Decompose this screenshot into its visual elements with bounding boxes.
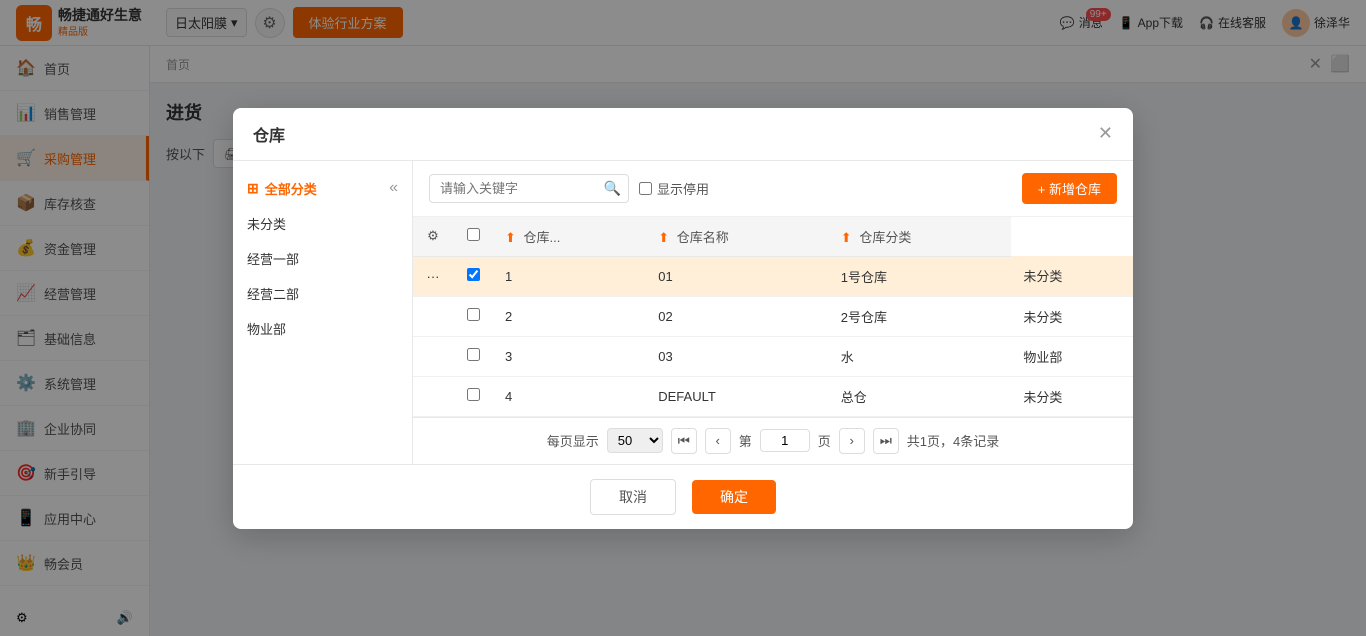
show-disabled-label[interactable]: 显示停用 [639,179,709,198]
th-category[interactable]: ⬆ 仓库分类 [829,217,1012,257]
row-name: 水 [829,336,1012,376]
table-header-row: ⚙ ⬆ 仓库... ⬆ 仓库名称 [413,217,1133,257]
last-page-button[interactable]: ⏭ [873,428,899,454]
th-gear[interactable]: ⚙ [413,217,453,257]
row-name: 1号仓库 [829,256,1012,296]
show-disabled-checkbox[interactable] [639,182,652,195]
row-actions[interactable] [413,296,453,336]
modal-actions: 取消 确定 [233,464,1133,529]
row-number: 4 [493,376,646,416]
th-name[interactable]: ⬆ 仓库名称 [646,217,829,257]
category-header-label: 全部分类 [265,179,317,198]
modal-close-button[interactable]: ✕ [1098,123,1113,144]
warehouse-modal: 仓库 ✕ ⊞ 全部分类 « 未分类 经营一部 经营二部 物业部 [233,108,1133,529]
modal-toolbar: 🔍 显示停用 + 新增仓库 [413,161,1133,217]
pagination-bar: 每页显示 50 100 200 ⏮ ‹ 第 页 › ⏭ 共1页，4条记录 [413,417,1133,464]
row-number: 3 [493,336,646,376]
warehouse-table-wrap: ⚙ ⬆ 仓库... ⬆ 仓库名称 [413,217,1133,417]
row-category: 物业部 [1011,336,1133,376]
row-category: 未分类 [1011,296,1133,336]
row-code: 01 [646,256,829,296]
per-page-select[interactable]: 50 100 200 [607,428,663,453]
table-row[interactable]: 4DEFAULT总仓未分类 [413,376,1133,416]
category-item-uncategorized[interactable]: 未分类 [233,206,412,241]
row-actions[interactable] [413,376,453,416]
page-number-input[interactable] [760,429,810,452]
row-actions[interactable] [413,336,453,376]
select-all-checkbox[interactable] [467,228,480,241]
table-row[interactable]: 2022号仓库未分类 [413,296,1133,336]
page-unit-label: 页 [818,431,831,450]
row-category: 未分类 [1011,256,1133,296]
table-row[interactable]: 303水物业部 [413,336,1133,376]
row-actions[interactable]: ··· [413,256,453,296]
grid-icon: ⊞ [247,180,259,197]
prev-page-button[interactable]: ‹ [705,428,731,454]
table-row[interactable]: ··· 1011号仓库未分类 [413,256,1133,296]
row-code: DEFAULT [646,376,829,416]
modal-header: 仓库 ✕ [233,108,1133,161]
modal-body: ⊞ 全部分类 « 未分类 经营一部 经营二部 物业部 🔍 [233,161,1133,464]
th-checkbox [453,217,493,257]
row-name: 总仓 [829,376,1012,416]
th-code[interactable]: ⬆ 仓库... [493,217,646,257]
row-name: 2号仓库 [829,296,1012,336]
row-number: 2 [493,296,646,336]
row-code: 03 [646,336,829,376]
warehouse-table: ⚙ ⬆ 仓库... ⬆ 仓库名称 [413,217,1133,417]
confirm-button[interactable]: 确定 [692,480,776,514]
row-checkbox[interactable] [453,376,493,416]
total-info: 共1页，4条记录 [907,431,999,450]
search-wrapper: 🔍 [429,174,629,203]
per-page-label: 每页显示 [547,431,599,450]
add-warehouse-button[interactable]: + 新增仓库 [1022,173,1117,204]
category-item-ops2[interactable]: 经营二部 [233,276,412,311]
row-checkbox[interactable] [453,256,493,296]
collapse-icon[interactable]: « [389,179,398,197]
first-page-button[interactable]: ⏮ [671,428,697,454]
modal-overlay: 仓库 ✕ ⊞ 全部分类 « 未分类 经营一部 经营二部 物业部 [0,0,1366,636]
next-page-button[interactable]: › [839,428,865,454]
cancel-button[interactable]: 取消 [590,479,676,515]
row-category: 未分类 [1011,376,1133,416]
search-icon[interactable]: 🔍 [604,180,621,197]
row-checkbox[interactable] [453,336,493,376]
row-checkbox[interactable] [453,296,493,336]
page-num-label: 第 [739,431,752,450]
category-item-ops1[interactable]: 经营一部 [233,241,412,276]
category-item-property[interactable]: 物业部 [233,311,412,346]
modal-categories-panel: ⊞ 全部分类 « 未分类 经营一部 经营二部 物业部 [233,161,413,464]
row-number: 1 [493,256,646,296]
modal-title: 仓库 [253,122,285,146]
modal-main-area: 🔍 显示停用 + 新增仓库 ⚙ [413,161,1133,464]
row-code: 02 [646,296,829,336]
search-input[interactable] [429,174,629,203]
